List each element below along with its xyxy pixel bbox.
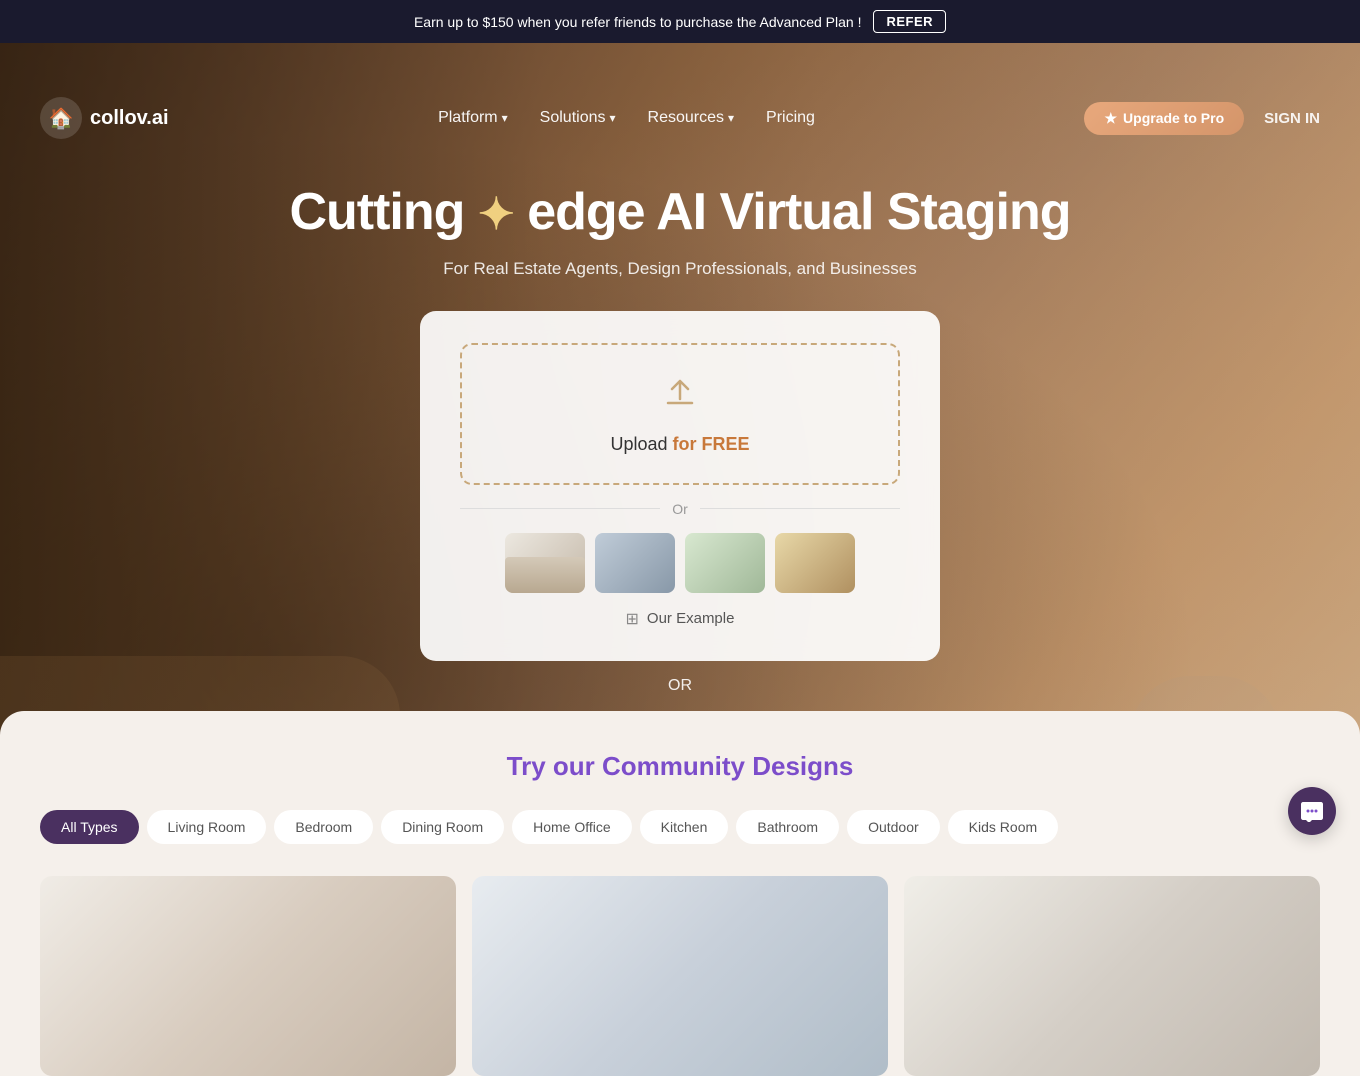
- nav-resources[interactable]: Resources ▾: [648, 109, 735, 127]
- filter-tab-outdoor[interactable]: Outdoor: [847, 810, 940, 844]
- design-card-3[interactable]: [904, 876, 1320, 1076]
- filter-tab-bathroom[interactable]: Bathroom: [736, 810, 839, 844]
- sparkle-icon: ✦: [478, 190, 514, 241]
- star-icon: ★: [1104, 110, 1117, 127]
- nav-solutions[interactable]: Solutions ▾: [540, 109, 616, 127]
- or-divider: Or: [460, 501, 900, 517]
- resources-chevron-icon: ▾: [728, 111, 734, 125]
- hero-title: Cutting ✦ edge AI Virtual Staging: [0, 183, 1360, 243]
- chat-bubble-button[interactable]: [1288, 787, 1336, 835]
- navbar: 🏠 collov.ai Platform ▾ Solutions ▾ Resou…: [0, 83, 1360, 153]
- design-card-grid: [40, 876, 1320, 1076]
- grid-icon: ⊞: [626, 609, 639, 629]
- sample-image-1[interactable]: [505, 533, 585, 593]
- nav-right: ★ Upgrade to Pro SIGN IN: [1084, 102, 1320, 135]
- or-separator: OR: [0, 677, 1360, 695]
- top-banner: Earn up to $150 when you refer friends t…: [0, 0, 1360, 43]
- filter-tab-all-types[interactable]: All Types: [40, 810, 139, 844]
- logo-text: collov.ai: [90, 107, 169, 130]
- our-example-button[interactable]: ⊞ Our Example: [460, 609, 900, 629]
- filter-tab-kids-room[interactable]: Kids Room: [948, 810, 1058, 844]
- logo-icon: 🏠: [40, 97, 82, 139]
- sign-in-button[interactable]: SIGN IN: [1264, 110, 1320, 127]
- sample-image-3[interactable]: [685, 533, 765, 593]
- upload-icon: [660, 373, 700, 422]
- filter-tab-living-room[interactable]: Living Room: [147, 810, 267, 844]
- filter-tab-bedroom[interactable]: Bedroom: [274, 810, 373, 844]
- sample-images: [460, 533, 900, 593]
- platform-chevron-icon: ▾: [502, 111, 508, 125]
- filter-tabs: All TypesLiving RoomBedroomDining RoomHo…: [40, 810, 1320, 848]
- filter-tab-dining-room[interactable]: Dining Room: [381, 810, 504, 844]
- logo[interactable]: 🏠 collov.ai: [40, 97, 169, 139]
- upload-text: Upload for FREE: [610, 434, 749, 455]
- hero-subtitle: For Real Estate Agents, Design Professio…: [0, 259, 1360, 279]
- nav-links: Platform ▾ Solutions ▾ Resources ▾ Prici…: [438, 109, 815, 127]
- hero-section: 🏠 collov.ai Platform ▾ Solutions ▾ Resou…: [0, 43, 1360, 1076]
- upload-dropzone[interactable]: Upload for FREE: [460, 343, 900, 485]
- filter-tab-home-office[interactable]: Home Office: [512, 810, 632, 844]
- upgrade-button[interactable]: ★ Upgrade to Pro: [1084, 102, 1244, 135]
- community-title: Try our Community Designs: [40, 751, 1320, 782]
- solutions-chevron-icon: ▾: [610, 111, 616, 125]
- community-section: Try our Community Designs All TypesLivin…: [0, 711, 1360, 1076]
- refer-button[interactable]: REFER: [873, 10, 946, 33]
- banner-text: Earn up to $150 when you refer friends t…: [414, 14, 862, 30]
- design-card-1[interactable]: [40, 876, 456, 1076]
- nav-pricing[interactable]: Pricing: [766, 109, 815, 127]
- nav-platform[interactable]: Platform ▾: [438, 109, 508, 127]
- upload-card: Upload for FREE Or ⊞ Our Example: [420, 311, 940, 661]
- design-card-2[interactable]: [472, 876, 888, 1076]
- sample-image-2[interactable]: [595, 533, 675, 593]
- sample-image-4[interactable]: [775, 533, 855, 593]
- filter-tab-kitchen[interactable]: Kitchen: [640, 810, 729, 844]
